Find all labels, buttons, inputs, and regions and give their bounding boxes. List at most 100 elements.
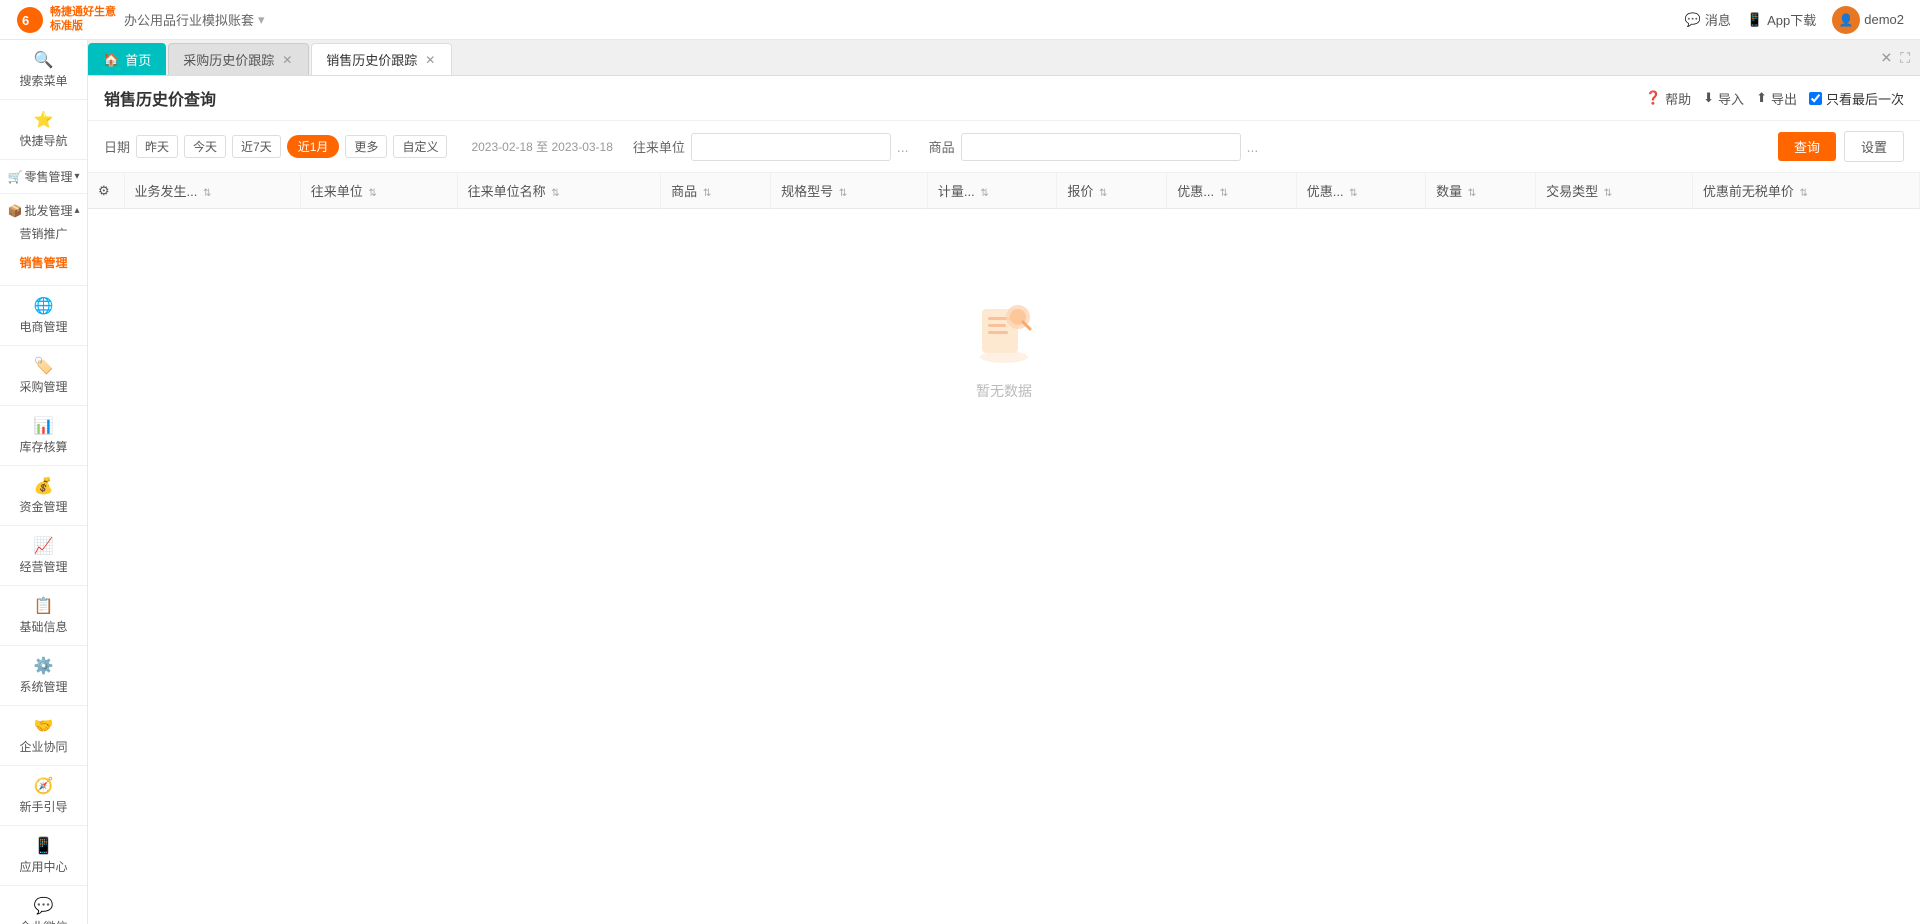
logo-icon: 6 bbox=[16, 6, 44, 34]
sidebar-item-label: 企业协同 bbox=[19, 738, 67, 755]
sidebar-item-label: 采购管理 bbox=[19, 378, 67, 395]
th-discount1[interactable]: 优惠... ⇅ bbox=[1167, 173, 1296, 209]
product-filter-group: 商品 ... bbox=[929, 133, 1259, 161]
app-center-icon: 📱 bbox=[34, 836, 54, 856]
th-biz-date[interactable]: 业务发生... ⇅ bbox=[124, 173, 300, 209]
sidebar-item-enterprise-wechat[interactable]: 💬 企业微信 bbox=[0, 886, 87, 924]
from-unit-label: 往来单位 bbox=[633, 137, 685, 156]
th-price[interactable]: 报价 ⇅ bbox=[1057, 173, 1167, 209]
sidebar-item-label: 经营管理 bbox=[19, 558, 67, 575]
th-from-unit[interactable]: 往来单位 ⇅ bbox=[300, 173, 457, 209]
th-from-unit-name[interactable]: 往来单位名称 ⇅ bbox=[457, 173, 661, 209]
th-unit[interactable]: 计量... ⇅ bbox=[927, 173, 1056, 209]
only-last-checkbox[interactable] bbox=[1809, 92, 1822, 105]
product-label: 商品 bbox=[929, 137, 955, 156]
chevron-up-icon: ▴ bbox=[74, 205, 79, 216]
date-btn-1month[interactable]: 近1月 bbox=[287, 135, 340, 158]
empty-state-text: 暂无数据 bbox=[976, 381, 1032, 401]
th-tax-price-label: 优惠前无税单价 bbox=[1703, 184, 1794, 199]
th-trade-type[interactable]: 交易类型 ⇅ bbox=[1536, 173, 1693, 209]
message-btn[interactable]: 💬 消息 bbox=[1685, 10, 1731, 29]
sidebar-item-app-center[interactable]: 📱 应用中心 bbox=[0, 826, 87, 886]
sort-icon-product: ⇅ bbox=[703, 188, 711, 199]
app-title-dropdown-icon[interactable]: ▾ bbox=[258, 12, 265, 28]
sort-icon-from-unit-name: ⇅ bbox=[551, 188, 559, 199]
quick-nav-icon: ⭐ bbox=[34, 110, 54, 130]
sidebar-item-wholesale-mgmt[interactable]: 📦 批发管理 ▴ 营销推广 销售管理 bbox=[0, 194, 87, 286]
sidebar-item-ecommerce-mgmt[interactable]: 🌐 电商管理 bbox=[0, 286, 87, 346]
sidebar-item-label: 基础信息 bbox=[19, 618, 67, 635]
table-container: ⚙ 业务发生... ⇅ 往来单位 ⇅ 往来单位名称 bbox=[88, 173, 1920, 209]
avatar: 👤 bbox=[1832, 6, 1860, 34]
guide-icon: 🧭 bbox=[34, 776, 54, 796]
help-btn[interactable]: ❓ 帮助 bbox=[1645, 89, 1691, 108]
page-title: 销售历史价查询 bbox=[104, 86, 216, 110]
th-tax-price[interactable]: 优惠前无税单价 ⇅ bbox=[1692, 173, 1919, 209]
sidebar-item-label: 电商管理 bbox=[19, 318, 67, 335]
tab-purchase-history-close[interactable]: ✕ bbox=[280, 53, 294, 67]
th-product[interactable]: 商品 ⇅ bbox=[661, 173, 771, 209]
date-btn-today[interactable]: 今天 bbox=[184, 135, 226, 158]
from-unit-ellipsis-btn[interactable]: ... bbox=[897, 139, 909, 155]
tab-sales-history-close[interactable]: ✕ bbox=[423, 53, 437, 67]
fullscreen-btn[interactable]: ⛶ bbox=[1900, 49, 1910, 66]
sidebar-item-guide[interactable]: 🧭 新手引导 bbox=[0, 766, 87, 826]
sidebar-item-retail-mgmt[interactable]: 🛒 零售管理 ▾ bbox=[0, 160, 87, 194]
date-btn-yesterday[interactable]: 昨天 bbox=[136, 135, 178, 158]
th-gear[interactable]: ⚙ bbox=[88, 173, 124, 209]
query-btn[interactable]: 查询 bbox=[1778, 132, 1836, 161]
finance-mgmt-icon: 💰 bbox=[34, 476, 54, 496]
sidebar-item-inventory[interactable]: 📊 库存核算 bbox=[0, 406, 87, 466]
sidebar-item-purchase-mgmt[interactable]: 🏷️ 采购管理 bbox=[0, 346, 87, 406]
empty-state-icon bbox=[964, 289, 1044, 369]
th-spec[interactable]: 规格型号 ⇅ bbox=[771, 173, 928, 209]
import-icon: ⬇ bbox=[1703, 90, 1714, 106]
date-filter-group: 日期 昨天 今天 近7天 近1月 更多 自定义 bbox=[104, 135, 447, 158]
app-title-bar[interactable]: 办公用品行业模拟账套 ▾ bbox=[124, 10, 265, 29]
tab-bar: 🏠 首页 采购历史价跟踪 ✕ 销售历史价跟踪 ✕ ✕ ⛶ bbox=[88, 40, 1920, 76]
date-btn-7days[interactable]: 近7天 bbox=[232, 135, 281, 158]
tab-home[interactable]: 🏠 首页 bbox=[88, 43, 166, 75]
tab-purchase-history[interactable]: 采购历史价跟踪 ✕ bbox=[168, 43, 309, 75]
from-unit-input[interactable] bbox=[691, 133, 891, 161]
only-last-checkbox-label[interactable]: 只看最后一次 bbox=[1809, 89, 1904, 108]
inventory-icon: 📊 bbox=[34, 416, 54, 436]
export-btn[interactable]: ⬆ 导出 bbox=[1756, 89, 1797, 108]
sidebar-item-finance-mgmt[interactable]: 💰 资金管理 bbox=[0, 466, 87, 526]
th-discount2[interactable]: 优惠... ⇅ bbox=[1296, 173, 1425, 209]
date-btn-custom[interactable]: 自定义 bbox=[393, 135, 447, 158]
th-quantity[interactable]: 数量 ⇅ bbox=[1426, 173, 1536, 209]
user-area[interactable]: 👤 demo2 bbox=[1832, 6, 1904, 34]
data-table: ⚙ 业务发生... ⇅ 往来单位 ⇅ 往来单位名称 bbox=[88, 173, 1920, 209]
product-input[interactable] bbox=[961, 133, 1241, 161]
sidebar-item-enterprise-collab[interactable]: 🤝 企业协同 bbox=[0, 706, 87, 766]
close-all-tabs-btn[interactable]: ✕ bbox=[1880, 49, 1892, 66]
app-download-btn[interactable]: 📱 App下载 bbox=[1747, 10, 1816, 29]
enterprise-collab-icon: 🤝 bbox=[34, 716, 54, 736]
setting-btn[interactable]: 设置 bbox=[1844, 131, 1904, 162]
system-mgmt-icon: ⚙️ bbox=[34, 656, 54, 676]
sidebar-item-basic-info[interactable]: 📋 基础信息 bbox=[0, 586, 87, 646]
operation-mgmt-icon: 📈 bbox=[34, 536, 54, 556]
sort-icon-from-unit: ⇅ bbox=[368, 188, 376, 199]
th-biz-date-label: 业务发生... bbox=[135, 184, 198, 199]
sort-icon-discount1: ⇅ bbox=[1220, 188, 1228, 199]
import-btn[interactable]: ⬇ 导入 bbox=[1703, 89, 1744, 108]
sidebar-item-search-menu[interactable]: 🔍 搜索菜单 bbox=[0, 40, 87, 100]
message-icon: 💬 bbox=[1685, 12, 1701, 28]
sidebar-item-quick-nav[interactable]: ⭐ 快捷导航 bbox=[0, 100, 87, 160]
sort-icon-biz-date: ⇅ bbox=[203, 188, 211, 199]
tab-sales-history[interactable]: 销售历史价跟踪 ✕ bbox=[311, 43, 452, 75]
filter-actions: 查询 设置 bbox=[1778, 131, 1904, 162]
app-title-text: 办公用品行业模拟账套 bbox=[124, 10, 254, 29]
logo-area: 6 畅捷通好生意 标准版 bbox=[16, 6, 116, 34]
sidebar-item-system-mgmt[interactable]: ⚙️ 系统管理 bbox=[0, 646, 87, 706]
th-trade-type-label: 交易类型 bbox=[1546, 184, 1598, 199]
sidebar-sub-item-marketing[interactable]: 营销推广 bbox=[4, 219, 83, 248]
sidebar-item-label: 企业微信 bbox=[19, 918, 67, 924]
date-btn-more[interactable]: 更多 bbox=[345, 135, 387, 158]
product-ellipsis-btn[interactable]: ... bbox=[1247, 139, 1259, 155]
sidebar-item-operation-mgmt[interactable]: 📈 经营管理 bbox=[0, 526, 87, 586]
sidebar-sub-item-sales-mgmt[interactable]: 销售管理 bbox=[4, 248, 83, 277]
gear-icon: ⚙ bbox=[98, 183, 110, 198]
